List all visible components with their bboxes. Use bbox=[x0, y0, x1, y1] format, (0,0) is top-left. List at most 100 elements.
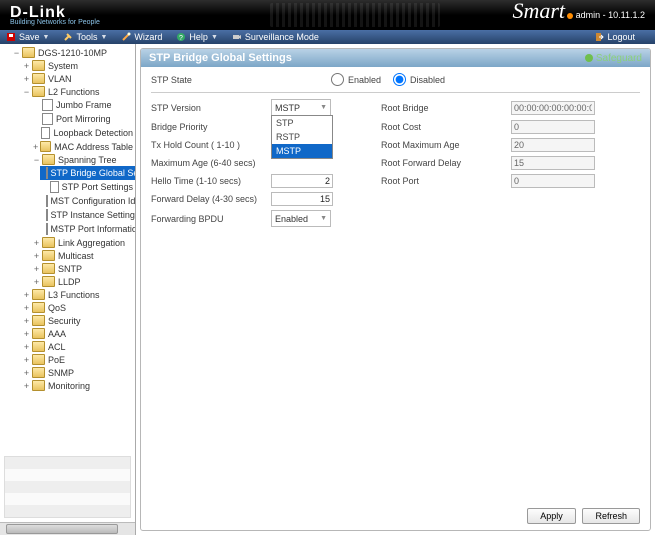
tree-mst-config[interactable]: MST Configuration Identific bbox=[40, 194, 135, 208]
brand-logo: D-Link Building Networks for People bbox=[10, 4, 100, 26]
menu-wizard-label: Wizard bbox=[134, 32, 162, 42]
menu-help-label: Help bbox=[189, 32, 208, 42]
root-cost-label: Root Cost bbox=[381, 122, 511, 132]
shield-icon bbox=[585, 54, 593, 62]
tree-snmp[interactable]: +SNMP bbox=[20, 366, 135, 379]
tools-icon bbox=[63, 32, 73, 42]
chevron-down-icon: ▼ bbox=[211, 34, 218, 41]
tree-vlan[interactable]: +VLAN bbox=[20, 72, 135, 85]
form-body: STP State Enabled Disabled STP Version M… bbox=[141, 67, 650, 502]
main-area: −DGS-1210-10MP +System +VLAN −L2 Functio… bbox=[0, 44, 655, 535]
brand-tagline: Building Networks for People bbox=[10, 20, 100, 26]
menu-surveillance[interactable]: Surveillance Mode bbox=[232, 32, 319, 42]
tree-poe[interactable]: +PoE bbox=[20, 353, 135, 366]
root-fwddelay-label: Root Forward Delay bbox=[381, 158, 511, 168]
tree-mac[interactable]: +MAC Address Table bbox=[30, 140, 135, 153]
dropdown-option-mstp[interactable]: MSTP bbox=[272, 144, 332, 158]
apply-button[interactable]: Apply bbox=[527, 508, 576, 524]
tree-stp-global[interactable]: STP Bridge Global Settings bbox=[40, 166, 135, 180]
menu-wizard[interactable]: Wizard bbox=[121, 32, 162, 42]
session-info: admin - 10.11.1.2 bbox=[567, 10, 645, 20]
root-bridge-value bbox=[511, 101, 595, 115]
forwarding-bpdu-label: Forwarding BPDU bbox=[151, 214, 271, 224]
radio-disabled[interactable] bbox=[393, 73, 406, 86]
hello-time-input[interactable] bbox=[271, 174, 333, 188]
tree-l3[interactable]: +L3 Functions bbox=[20, 288, 135, 301]
forward-delay-label: Forward Delay (4-30 secs) bbox=[151, 194, 271, 204]
form-footer: Apply Refresh bbox=[141, 502, 650, 530]
divider bbox=[151, 92, 640, 93]
tree-lldp[interactable]: +LLDP bbox=[30, 275, 135, 288]
logout-icon bbox=[594, 32, 604, 42]
tree-loopback[interactable]: Loopback Detection bbox=[30, 126, 135, 140]
menu-surveillance-label: Surveillance Mode bbox=[245, 32, 319, 42]
tree-monitoring[interactable]: +Monitoring bbox=[20, 379, 135, 392]
tree-aaa[interactable]: +AAA bbox=[20, 327, 135, 340]
root-maxage-value bbox=[511, 138, 595, 152]
hello-time-label: Hello Time (1-10 secs) bbox=[151, 176, 271, 186]
root-bridge-label: Root Bridge bbox=[381, 103, 511, 113]
switch-image bbox=[270, 3, 440, 27]
tree-spanningtree[interactable]: −Spanning Tree bbox=[30, 153, 135, 166]
root-port-value bbox=[511, 174, 595, 188]
tree-jumbo[interactable]: Jumbo Frame bbox=[30, 98, 135, 112]
page-title-bar: STP Bridge Global Settings Safeguard bbox=[141, 49, 650, 67]
nav-tree[interactable]: −DGS-1210-10MP +System +VLAN −L2 Functio… bbox=[0, 44, 135, 452]
dropdown-option-stp[interactable]: STP bbox=[272, 116, 332, 130]
tree-acl[interactable]: +ACL bbox=[20, 340, 135, 353]
stp-state-enabled[interactable]: Enabled bbox=[331, 73, 381, 86]
menu-help[interactable]: ? Help▼ bbox=[176, 32, 217, 42]
content-panel: STP Bridge Global Settings Safeguard STP… bbox=[140, 48, 651, 531]
root-fwddelay-value bbox=[511, 156, 595, 170]
menu-save-label: Save bbox=[19, 32, 40, 42]
tree-l2[interactable]: −L2 Functions bbox=[20, 85, 135, 98]
menu-logout[interactable]: Logout bbox=[594, 32, 635, 42]
chevron-down-icon: ▼ bbox=[43, 34, 50, 41]
tree-stp-instance[interactable]: STP Instance Settings bbox=[40, 208, 135, 222]
scrollbar-thumb[interactable] bbox=[6, 524, 118, 534]
safeguard-label: Safeguard bbox=[596, 53, 642, 64]
root-cost-value bbox=[511, 120, 595, 134]
chevron-down-icon: ▼ bbox=[320, 215, 327, 222]
camera-icon bbox=[232, 32, 242, 42]
tree-qos[interactable]: +QoS bbox=[20, 301, 135, 314]
forward-delay-input[interactable] bbox=[271, 192, 333, 206]
menu-tools[interactable]: Tools▼ bbox=[63, 32, 107, 42]
root-port-label: Root Port bbox=[381, 176, 511, 186]
safeguard-badge: Safeguard bbox=[585, 53, 642, 64]
stp-state-label: STP State bbox=[151, 75, 271, 85]
stp-version-label: STP Version bbox=[151, 103, 271, 113]
chevron-down-icon: ▼ bbox=[320, 104, 327, 111]
radio-enabled[interactable] bbox=[331, 73, 344, 86]
menubar: Save▼ Tools▼ Wizard ? Help▼ Surveillance… bbox=[0, 30, 655, 44]
tree-linkagg[interactable]: +Link Aggregation bbox=[30, 236, 135, 249]
horizontal-scrollbar[interactable] bbox=[0, 522, 135, 535]
menu-tools-label: Tools bbox=[76, 32, 97, 42]
tree-system[interactable]: +System bbox=[20, 59, 135, 72]
tree-stp-port[interactable]: STP Port Settings bbox=[40, 180, 135, 194]
tree-sntp[interactable]: +SNTP bbox=[30, 262, 135, 275]
wizard-icon bbox=[121, 32, 131, 42]
svg-text:?: ? bbox=[179, 35, 183, 42]
page-title: STP Bridge Global Settings bbox=[149, 52, 292, 64]
dropdown-option-rstp[interactable]: RSTP bbox=[272, 130, 332, 144]
device-image bbox=[4, 456, 131, 518]
admin-label: admin - 10.11.1.2 bbox=[576, 10, 645, 20]
stp-version-select[interactable]: MSTP▼ bbox=[271, 99, 331, 116]
tree-multicast[interactable]: +Multicast bbox=[30, 249, 135, 262]
save-icon bbox=[6, 32, 16, 42]
refresh-button[interactable]: Refresh bbox=[582, 508, 640, 524]
help-icon: ? bbox=[176, 32, 186, 42]
product-name: Smart bbox=[512, 0, 565, 24]
stp-state-disabled[interactable]: Disabled bbox=[393, 73, 445, 86]
forwarding-bpdu-select[interactable]: Enabled▼ bbox=[271, 210, 331, 227]
menu-save[interactable]: Save▼ bbox=[6, 32, 49, 42]
tree-security[interactable]: +Security bbox=[20, 314, 135, 327]
user-icon bbox=[567, 13, 573, 19]
tree-mstp-portinfo[interactable]: MSTP Port Information bbox=[40, 222, 135, 236]
tree-root[interactable]: −DGS-1210-10MP bbox=[10, 46, 135, 59]
stp-version-dropdown[interactable]: STP RSTP MSTP bbox=[271, 115, 333, 159]
header: D-Link Building Networks for People Smar… bbox=[0, 0, 655, 30]
tx-hold-label: Tx Hold Count ( 1-10 ) bbox=[151, 140, 271, 150]
tree-portmirror[interactable]: Port Mirroring bbox=[30, 112, 135, 126]
